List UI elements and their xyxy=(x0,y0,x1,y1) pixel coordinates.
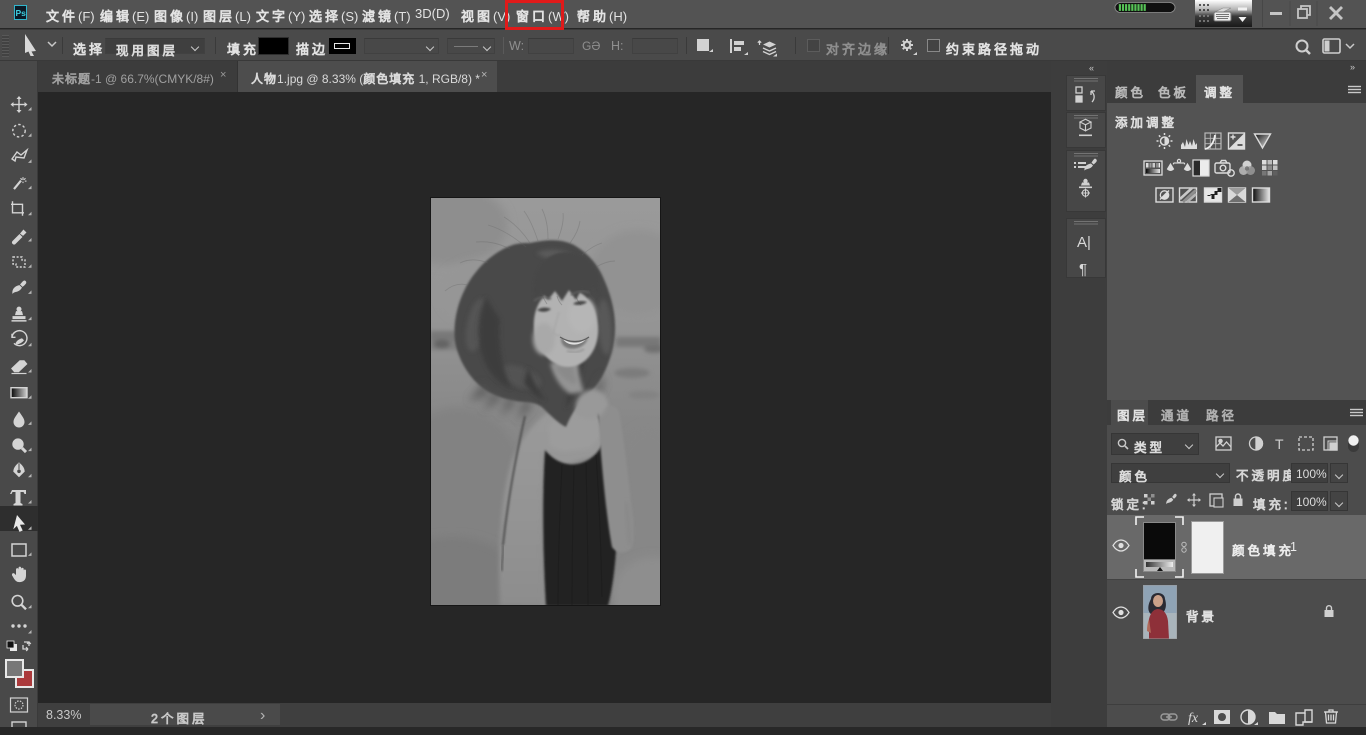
svg-text:«: « xyxy=(1089,63,1094,73)
svg-text:A|: A| xyxy=(1077,234,1091,251)
svg-text:¶: ¶ xyxy=(1079,261,1087,278)
svg-text:T: T xyxy=(1275,436,1284,452)
svg-text:Ps: Ps xyxy=(16,8,27,18)
svg-text:fx: fx xyxy=(1188,711,1199,726)
